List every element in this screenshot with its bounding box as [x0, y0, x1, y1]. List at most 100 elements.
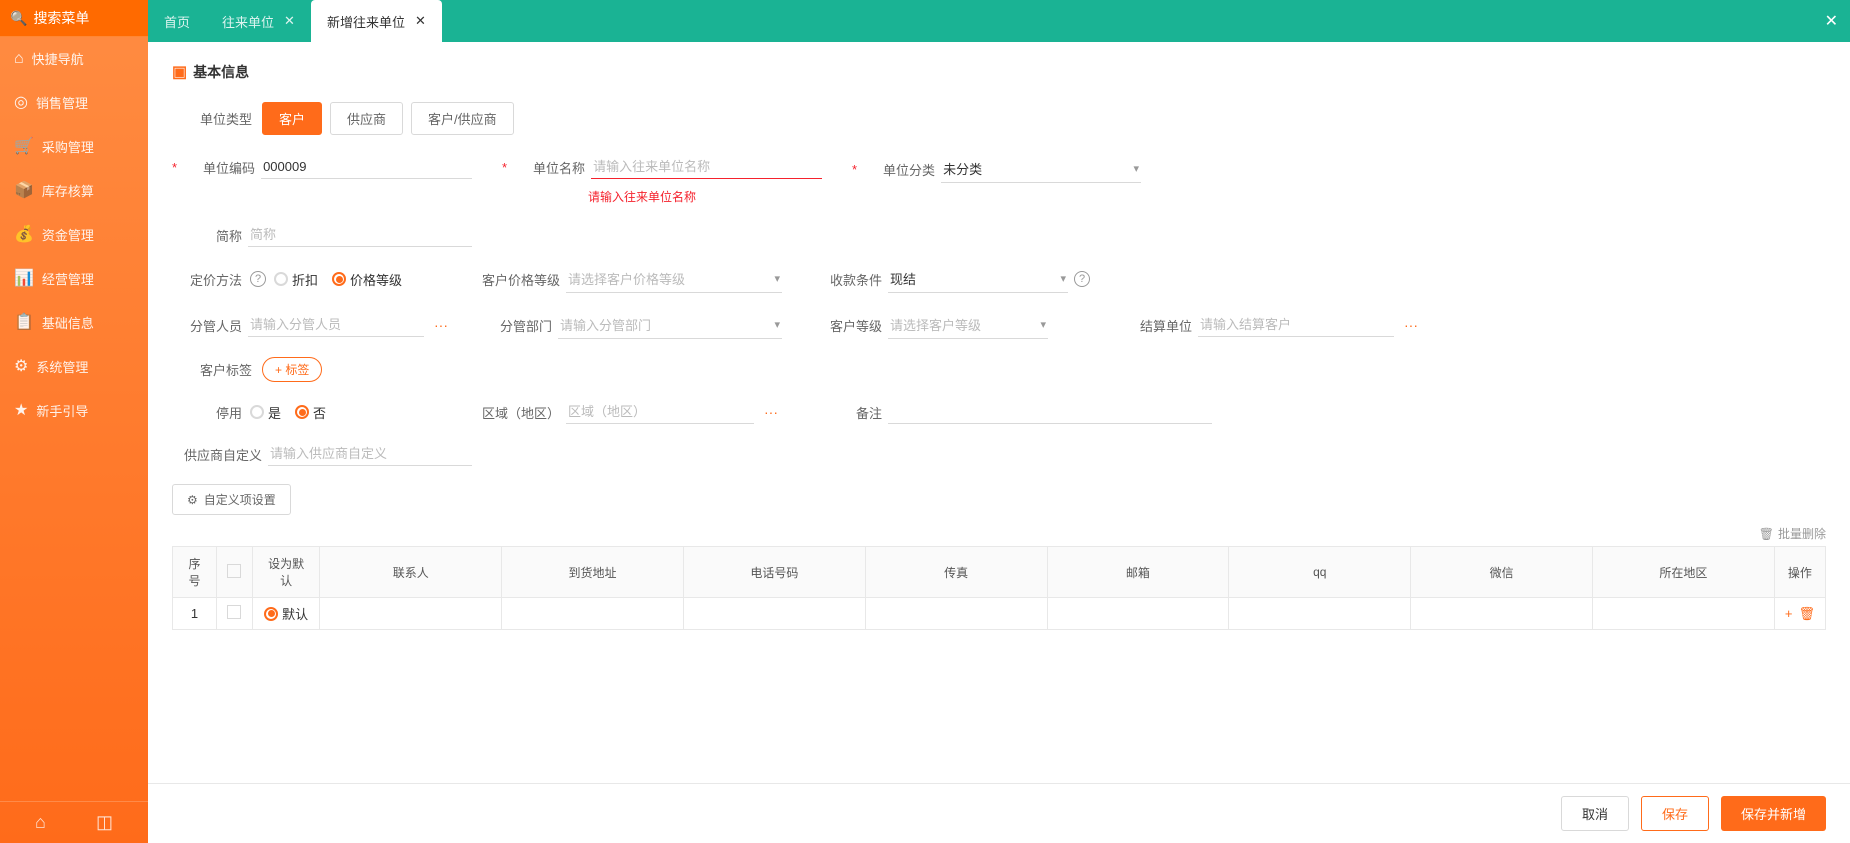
row-checkbox[interactable] [227, 605, 241, 619]
sidebar-item-purchase[interactable]: 🛒采购管理 [0, 124, 148, 168]
unit-name-label: 单位名称 [515, 158, 585, 177]
sidebar-item-sales[interactable]: ◎销售管理 [0, 80, 148, 124]
table-col-9: 微信 [1411, 547, 1593, 598]
pricing-help-icon[interactable]: ? [250, 271, 266, 287]
row-region[interactable] [1593, 598, 1775, 630]
pricing-method-label: 定价方法 [172, 270, 242, 289]
row-default[interactable]: 默认 [252, 598, 319, 630]
radio-circle [250, 405, 264, 419]
department-arrow: ▾ [774, 318, 780, 331]
manager-more-btn[interactable]: ··· [430, 317, 452, 333]
remarks-label: 备注 [812, 403, 882, 422]
save-and-new-button[interactable]: 保存并新增 [1721, 796, 1826, 831]
select-all-checkbox[interactable] [227, 564, 241, 578]
region-input[interactable] [566, 400, 754, 423]
table-col-4: 到货地址 [502, 547, 684, 598]
tab-close-btn[interactable]: ✕ [415, 13, 426, 29]
tab-close-btn[interactable]: ✕ [284, 13, 295, 29]
pricing-radio-discount[interactable]: 折扣 [274, 270, 318, 289]
row-wechat[interactable] [1411, 598, 1593, 630]
pricing-radio-group: 折扣价格等级 [274, 270, 402, 289]
table-col-1[interactable] [216, 547, 252, 598]
sidebar-item-basic[interactable]: 📋基础信息 [0, 300, 148, 344]
sidebar-item-label: 资金管理 [42, 225, 94, 244]
sidebar-item-inventory[interactable]: 📦库存核算 [0, 168, 148, 212]
tab-label: 新增往来单位 [327, 12, 405, 31]
disabled-radio-yes[interactable]: 是 [250, 403, 281, 422]
sidebar-item-operation[interactable]: 📊经营管理 [0, 256, 148, 300]
content-area: ▣ 基本信息 单位类型 客户供应商客户/供应商 * 单位编码 [148, 42, 1850, 783]
row-actions[interactable]: +🗑 [1774, 598, 1825, 630]
tab-partners[interactable]: 往来单位 ✕ [206, 0, 311, 42]
save-button[interactable]: 保存 [1641, 796, 1709, 831]
row-qq[interactable] [1229, 598, 1411, 630]
search-menu-btn[interactable]: 🔍 搜索菜单 [0, 0, 148, 37]
settlement-unit-input[interactable] [1198, 313, 1394, 336]
department-label: 分管部门 [482, 316, 552, 335]
unit-type-btn-supplier[interactable]: 供应商 [330, 102, 403, 135]
cancel-button[interactable]: 取消 [1561, 796, 1629, 831]
unit-type-btn-customer[interactable]: 客户 [262, 102, 322, 135]
sidebar-expand-icon[interactable]: ◫ [96, 812, 113, 833]
payment-terms-select[interactable]: 现结 ▾ [888, 265, 1068, 293]
customer-price-select[interactable]: 请选择客户价格等级 ▾ [566, 265, 782, 293]
row-address[interactable] [502, 598, 684, 630]
unit-category-value: 未分类 [943, 159, 1129, 178]
inventory-icon: 📦 [14, 180, 34, 200]
unit-code-input[interactable] [261, 155, 472, 178]
short-name-input[interactable] [248, 223, 472, 246]
pricing-radio-price-level[interactable]: 价格等级 [332, 270, 402, 289]
row-phone[interactable] [683, 598, 865, 630]
supplier-custom-input[interactable] [268, 442, 472, 465]
search-icon: 🔍 [10, 10, 27, 27]
sidebar-item-system[interactable]: ⚙ 系统管理 [0, 344, 148, 388]
row-checkbox-cell[interactable] [216, 598, 252, 630]
system-icon: ⚙ [14, 356, 28, 376]
table-col-5: 电话号码 [683, 547, 865, 598]
sidebar-item-quick-nav[interactable]: ⌂快捷导航 [0, 37, 148, 80]
region-more-btn[interactable]: ··· [760, 404, 782, 420]
custom-settings-label: 自定义项设置 [204, 491, 276, 508]
section-icon: ▣ [172, 62, 187, 82]
tab-home[interactable]: 首页 [148, 0, 206, 42]
unit-type-btn-both[interactable]: 客户/供应商 [411, 102, 514, 135]
customer-level-select[interactable]: 请选择客户等级 ▾ [888, 311, 1048, 339]
finance-icon: 💰 [14, 224, 34, 244]
sidebar-item-label: 系统管理 [36, 357, 88, 376]
unit-category-select[interactable]: 未分类 ▾ [941, 155, 1141, 183]
sidebar-home-icon[interactable]: ⌂ [35, 812, 46, 833]
tab-new-partner[interactable]: 新增往来单位 ✕ [311, 0, 442, 42]
sales-icon: ◎ [14, 92, 28, 112]
tab-label: 往来单位 [222, 12, 274, 31]
default-radio-circle [264, 607, 278, 621]
del-row-btn[interactable]: 🗑 [1798, 606, 1815, 621]
payment-help-icon[interactable]: ? [1074, 271, 1090, 287]
remarks-input[interactable] [888, 400, 1212, 423]
short-name-label: 简称 [172, 226, 242, 245]
department-select[interactable]: 请输入分管部门 ▾ [558, 311, 782, 339]
row-email[interactable] [1047, 598, 1229, 630]
sidebar-item-guide[interactable]: ★新手引导 [0, 388, 148, 432]
window-close-btn[interactable]: ✕ [1825, 11, 1838, 31]
custom-settings-button[interactable]: ⚙ 自定义项设置 [172, 484, 291, 515]
manager-input[interactable] [248, 313, 424, 336]
customer-price-label: 客户价格等级 [482, 270, 560, 289]
add-row-btn[interactable]: + [1785, 606, 1793, 621]
table-col-3: 联系人 [320, 547, 502, 598]
gear-icon: ⚙ [187, 493, 198, 507]
radio-circle [332, 272, 346, 286]
customer-price-arrow: ▾ [774, 272, 780, 285]
add-tag-button[interactable]: + 标签 [262, 357, 322, 382]
radio-label: 否 [313, 403, 326, 422]
disabled-radio-no[interactable]: 否 [295, 403, 326, 422]
settlement-more-btn[interactable]: ··· [1400, 317, 1422, 333]
row-contact[interactable] [320, 598, 502, 630]
batch-delete-btn[interactable]: 🗑 批量删除 [1759, 525, 1826, 542]
sidebar-item-finance[interactable]: 💰 资金管理 [0, 212, 148, 256]
quick-nav-icon: ⌂ [14, 50, 24, 68]
guide-icon: ★ [14, 400, 28, 420]
supplier-custom-label: 供应商自定义 [172, 445, 262, 464]
unit-name-input[interactable] [591, 155, 822, 178]
row-fax[interactable] [865, 598, 1047, 630]
delete-icon: 🗑 [1759, 527, 1774, 541]
